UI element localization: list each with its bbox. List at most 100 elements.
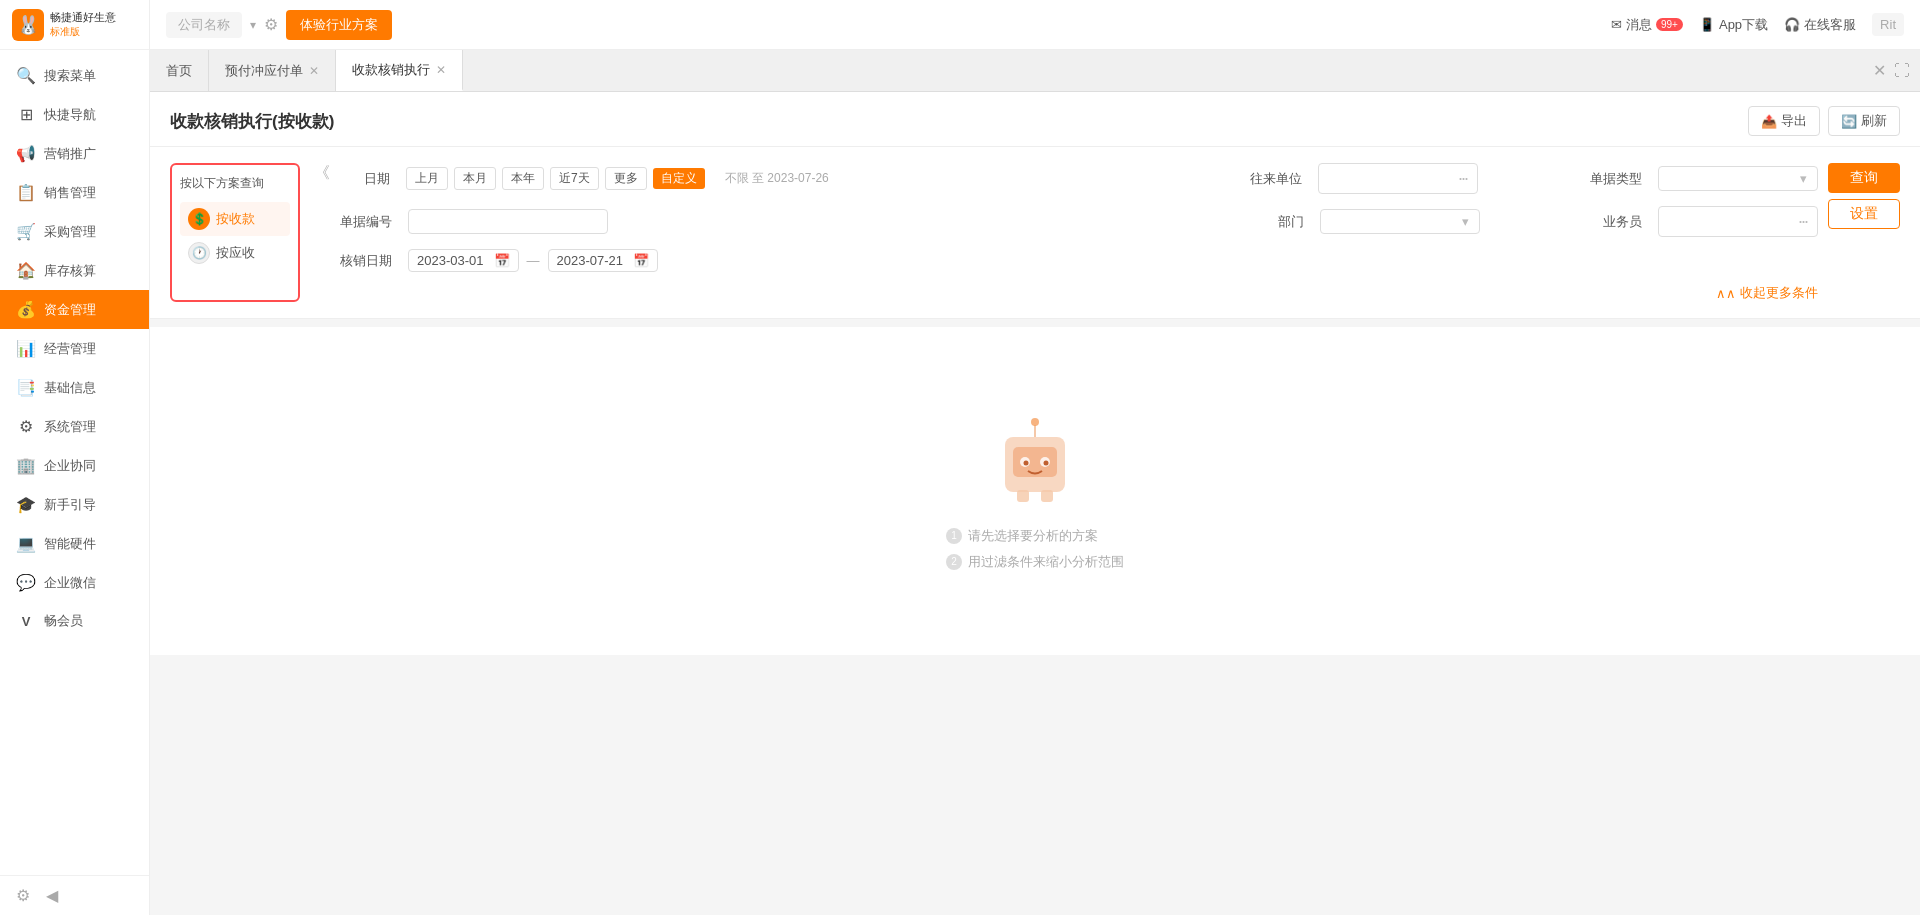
topbar-dropdown-icon[interactable]: ▾ [250,18,256,32]
topbar: 公司名称 ▾ ⚙ 体验行业方案 ✉ 消息 99+ 📱 App下载 🎧 在线客服 … [150,0,1920,50]
filter-sidebar-title: 按以下方案查询 [180,175,290,192]
export-button[interactable]: 📤 导出 [1748,106,1820,136]
tab-prepay-label: 预付冲应付单 [225,62,303,80]
company-name[interactable]: 公司名称 [166,12,242,38]
collapse-sidebar-icon[interactable]: ◀ [46,886,58,905]
verify-date-start-input[interactable]: 2023-03-01 📅 [408,249,519,272]
page-title: 收款核销执行(按收款) [170,110,334,133]
sidebar: 🐰 畅捷通好生意 标准版 🔍 搜索菜单 ⊞ 快捷导航 📢 营销推广 📋 销售管理… [0,0,150,915]
tab-home[interactable]: 首页 [150,50,209,91]
sidebar-item-basic-info[interactable]: 📑 基础信息 [0,368,149,407]
user-avatar[interactable]: Rit [1872,13,1904,36]
date-btn-this-year[interactable]: 本年 [502,167,544,190]
filter-row-date: 日期 上月 本月 本年 近7天 更多 自定义 不限 至 2023-07-26 [340,163,1818,194]
tab-receipt-label: 收款核销执行 [352,61,430,79]
dept-select[interactable]: ▾ [1320,209,1480,234]
sidebar-item-quick-nav[interactable]: ⊞ 快捷导航 [0,95,149,134]
tab-expand-icon[interactable]: ⛶ [1894,62,1910,80]
staff-more-icon[interactable]: ··· [1798,211,1807,232]
message-label: 消息 [1626,16,1652,34]
inventory-icon: 🏠 [16,261,36,280]
filter-option-by-receivable[interactable]: 🕐 按应收 [180,236,290,270]
system-icon: ⚙ [16,417,36,436]
search-menu-icon: 🔍 [16,66,36,85]
step-2-icon: 2 [946,554,962,570]
dept-label: 部门 [1254,213,1304,231]
empty-tips: 1 请先选择要分析的方案 2 用过滤条件来缩小分析范围 [946,523,1124,575]
date-no-limit: 不限 至 2023-07-26 [725,170,829,187]
date-custom-badge[interactable]: 自定义 [653,168,705,189]
purchase-icon: 🛒 [16,222,36,241]
filter-option-by-receipt[interactable]: 💲 按收款 [180,202,290,236]
filter-collapse-icon[interactable]: 《 [314,163,330,302]
date-btn-7days[interactable]: 近7天 [550,167,599,190]
page-header: 收款核销执行(按收款) 📤 导出 🔄 刷新 [150,92,1920,147]
refresh-button[interactable]: 🔄 刷新 [1828,106,1900,136]
finance-icon: 💰 [16,300,36,319]
verify-date-end-value: 2023-07-21 [557,253,624,268]
sidebar-item-hardware[interactable]: 💻 智能硬件 [0,524,149,563]
sidebar-logo: 🐰 畅捷通好生意 标准版 [0,0,149,50]
doc-no-input[interactable] [408,209,608,234]
logo-sub: 标准版 [50,25,116,39]
date-btn-more[interactable]: 更多 [605,167,647,190]
service-icon: 🎧 [1784,17,1800,32]
verify-date-end-calendar-icon[interactable]: 📅 [633,253,649,268]
tab-prepay-close-icon[interactable]: ✕ [309,64,319,78]
sidebar-item-guide[interactable]: 🎓 新手引导 [0,485,149,524]
refresh-icon: 🔄 [1841,114,1857,129]
app-download-item[interactable]: 📱 App下载 [1699,16,1768,34]
app-icon: 📱 [1699,17,1715,32]
settings-bottom-icon[interactable]: ⚙ [16,886,30,905]
tab-receipt[interactable]: 收款核销执行 ✕ [336,50,463,91]
sidebar-item-finance[interactable]: 💰 资金管理 [0,290,149,329]
date-btn-last-month[interactable]: 上月 [406,167,448,190]
counterpart-input[interactable]: ··· [1318,163,1478,194]
date-btn-this-month[interactable]: 本月 [454,167,496,190]
verify-date-end-input[interactable]: 2023-07-21 📅 [548,249,659,272]
settings-button[interactable]: 设置 [1828,199,1900,229]
sidebar-item-sales[interactable]: 📋 销售管理 [0,173,149,212]
collapse-more-conditions[interactable]: ∧∧ 收起更多条件 [340,284,1818,302]
by-receipt-icon: 💲 [188,208,210,230]
collapse-more-label: 收起更多条件 [1740,284,1818,302]
sidebar-item-member[interactable]: V 畅会员 [0,602,149,640]
tabbar: 首页 预付冲应付单 ✕ 收款核销执行 ✕ ✕ ⛶ [150,50,1920,92]
counterpart-more-icon[interactable]: ··· [1458,168,1467,189]
tab-prepay[interactable]: 预付冲应付单 ✕ [209,50,336,91]
tabbar-actions: ✕ ⛶ [1863,50,1920,91]
sidebar-item-wechat[interactable]: 💬 企业微信 [0,563,149,602]
sidebar-item-purchase[interactable]: 🛒 采购管理 [0,212,149,251]
topbar-gear-icon[interactable]: ⚙ [264,15,278,34]
sidebar-item-system[interactable]: ⚙ 系统管理 [0,407,149,446]
date-quick-group: 上月 本月 本年 近7天 更多 自定义 [406,167,705,190]
basic-info-icon: 📑 [16,378,36,397]
verify-date-label: 核销日期 [340,252,392,270]
sales-icon: 📋 [16,183,36,202]
hardware-icon: 💻 [16,534,36,553]
filter-row-docno: 单据编号 部门 ▾ 业务员 [340,206,1818,237]
sidebar-item-marketing[interactable]: 📢 营销推广 [0,134,149,173]
page-content: 收款核销执行(按收款) 📤 导出 🔄 刷新 按以下方案查询 💲 按收款 [150,92,1920,915]
svg-point-9 [1031,418,1039,426]
tab-close-all-icon[interactable]: ✕ [1873,61,1886,80]
enterprise-icon: 🏢 [16,456,36,475]
online-service-item[interactable]: 🎧 在线客服 [1784,16,1856,34]
sidebar-item-search-menu[interactable]: 🔍 搜索菜单 [0,56,149,95]
service-label: 在线客服 [1804,16,1856,34]
by-receivable-icon: 🕐 [188,242,210,264]
verify-date-start-calendar-icon[interactable]: 📅 [494,253,510,268]
sidebar-item-operation[interactable]: 📊 经营管理 [0,329,149,368]
tab-receipt-close-icon[interactable]: ✕ [436,63,446,77]
doc-type-dropdown-icon: ▾ [1800,171,1807,186]
staff-input[interactable]: ··· [1658,206,1818,237]
message-item[interactable]: ✉ 消息 99+ [1611,16,1683,34]
doc-type-select[interactable]: ▾ [1658,166,1818,191]
industry-btn[interactable]: 体验行业方案 [286,10,392,40]
page-actions: 📤 导出 🔄 刷新 [1748,106,1900,136]
sidebar-item-inventory[interactable]: 🏠 库存核算 [0,251,149,290]
sidebar-item-enterprise[interactable]: 🏢 企业协同 [0,446,149,485]
query-button[interactable]: 查询 [1828,163,1900,193]
export-icon: 📤 [1761,114,1777,129]
counterpart-label: 往来单位 [1250,170,1302,188]
